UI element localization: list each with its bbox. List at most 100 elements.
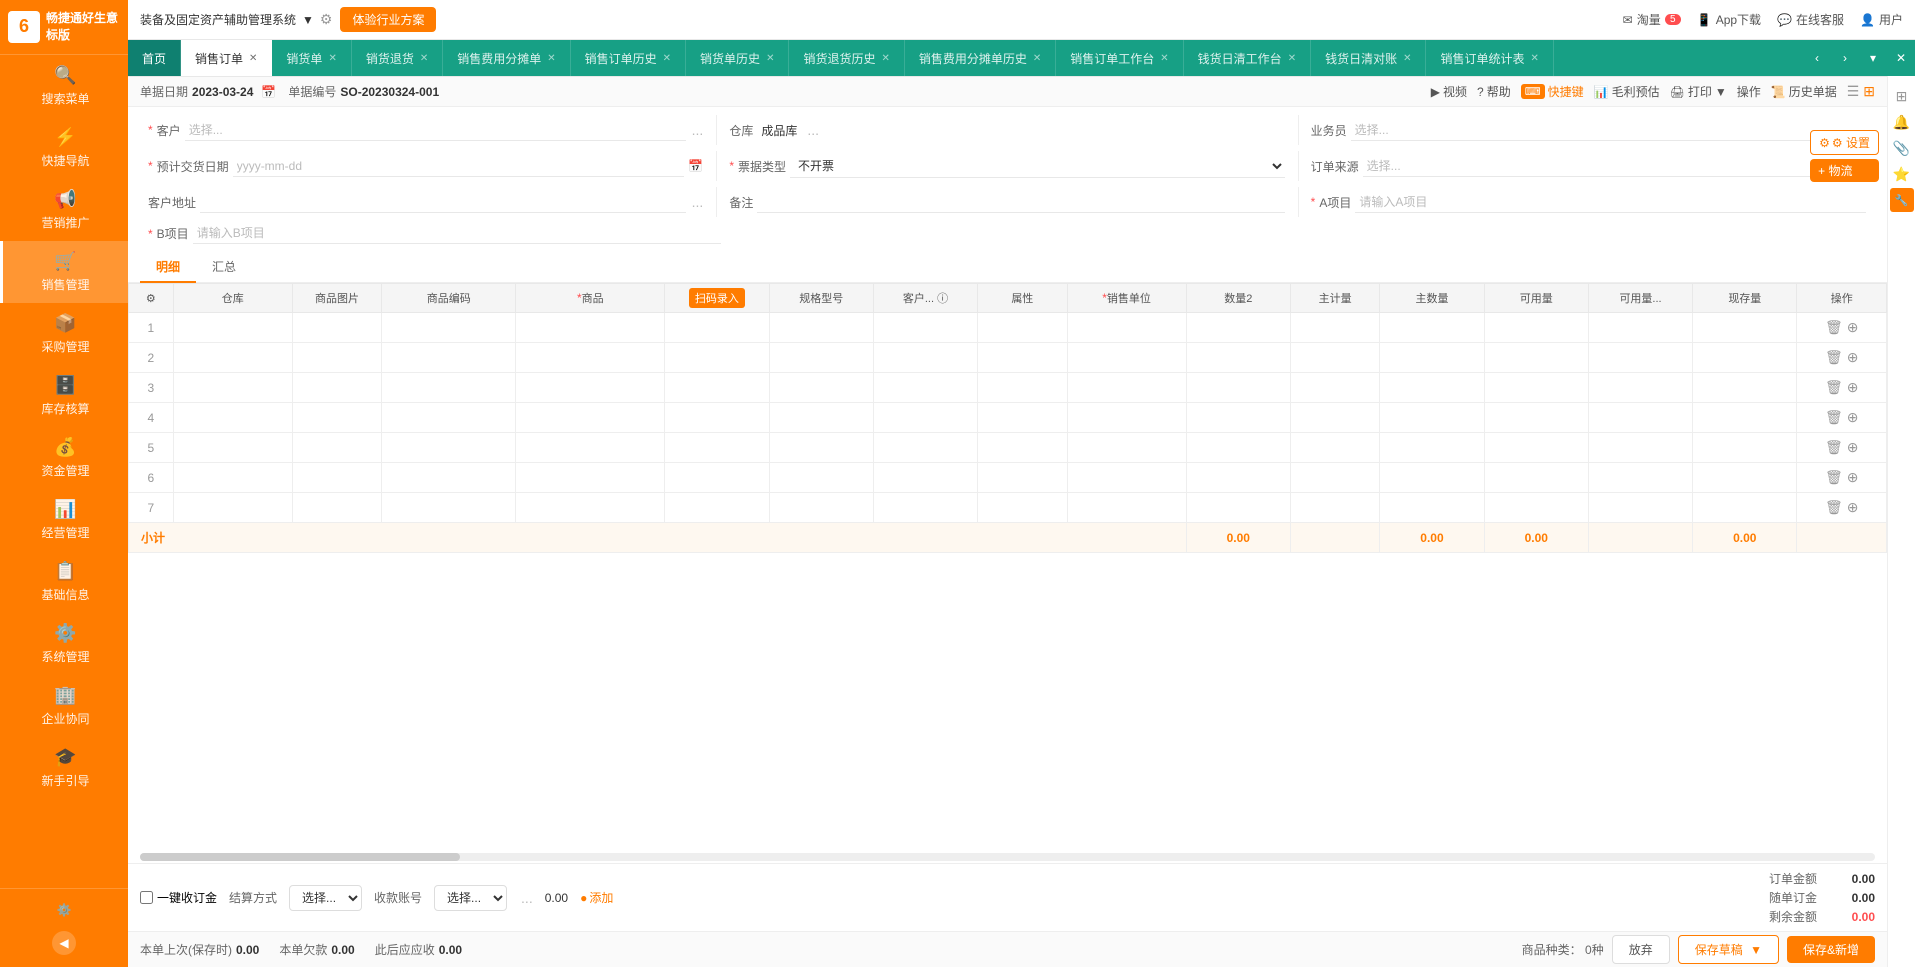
action-preview[interactable]: ▶ 视频: [1431, 83, 1467, 100]
tab-cash-clear[interactable]: 钱货日清工作台 ✕: [1184, 40, 1311, 76]
row-copy-icon[interactable]: ⊕: [1847, 349, 1859, 366]
customer-address-dots[interactable]: ...: [692, 194, 704, 210]
action-operation[interactable]: 操作: [1737, 83, 1761, 100]
customer-dots-btn[interactable]: ...: [692, 122, 704, 138]
invoice-type-select[interactable]: 不开票 增值税普通发票 增值税专用发票: [790, 155, 1285, 178]
topbar-user[interactable]: 👤 用户: [1860, 11, 1903, 28]
delivery-date-calendar[interactable]: 📅: [688, 159, 703, 173]
add-btn[interactable]: ● 添加: [580, 889, 613, 906]
tab-detail[interactable]: 明细: [140, 252, 196, 283]
tab-sales-history-close[interactable]: ✕: [663, 53, 671, 64]
tab-sales-stats-close[interactable]: ✕: [1531, 53, 1539, 64]
tab-workbench[interactable]: 销售订单工作台 ✕: [1056, 40, 1183, 76]
action-shortcut[interactable]: ⌨ 快捷键: [1521, 83, 1584, 100]
note-input[interactable]: [757, 192, 1284, 213]
account-dots[interactable]: ...: [521, 890, 533, 906]
discard-btn[interactable]: 放弃: [1612, 935, 1670, 964]
tab-cash-clear-close[interactable]: ✕: [1288, 53, 1296, 64]
save-draft-dropdown[interactable]: ▼: [1750, 943, 1762, 957]
sidebar-item-enterprise[interactable]: 🏢 企业协同: [0, 675, 128, 737]
payment-method-select[interactable]: 选择...: [289, 885, 362, 911]
sidebar-item-quick-nav[interactable]: ⚡ 快捷导航: [0, 117, 128, 179]
tab-sales-order[interactable]: 销售订单 ✕: [181, 40, 272, 76]
project-a-input[interactable]: [1355, 192, 1866, 213]
project-b-input[interactable]: [193, 223, 721, 244]
row-copy-icon[interactable]: ⊕: [1847, 469, 1859, 486]
row-delete-icon[interactable]: 🗑: [1825, 409, 1843, 426]
th-settings[interactable]: ⚙: [129, 284, 174, 313]
customer-input[interactable]: [185, 120, 686, 141]
order-source-input[interactable]: [1363, 156, 1866, 177]
action-print[interactable]: 🖨 打印 ▼: [1670, 83, 1727, 100]
layout-grid-icon[interactable]: ⊞: [1863, 83, 1875, 100]
tab-cash-reconcile[interactable]: 钱货日清对账 ✕: [1311, 40, 1426, 76]
topbar-message[interactable]: ✉ 淘量 5: [1623, 11, 1681, 28]
sidebar-item-finance[interactable]: 💰 资金管理: [0, 427, 128, 489]
sidebar-item-inventory[interactable]: 🗄️ 库存核算: [0, 365, 128, 427]
tab-workbench-close[interactable]: ✕: [1160, 53, 1168, 64]
tab-expense-history[interactable]: 销售费用分摊单历史 ✕: [905, 40, 1056, 76]
row-copy-icon[interactable]: ⊕: [1847, 499, 1859, 516]
account-select[interactable]: 选择...: [434, 885, 507, 911]
nav-more-btn[interactable]: ▾: [1859, 40, 1887, 76]
tab-sales-expense-close[interactable]: ✕: [547, 53, 555, 64]
tab-sales-expense[interactable]: 销售费用分摊单 ✕: [443, 40, 570, 76]
topbar-settings-icon[interactable]: ⚙: [320, 11, 333, 28]
tab-return-history[interactable]: 销货单历史 ✕: [686, 40, 789, 76]
tab-sales-refund[interactable]: 销货退货 ✕: [352, 40, 443, 76]
tab-expense-history-close[interactable]: ✕: [1033, 53, 1041, 64]
sidebar-item-base-info[interactable]: 📋 基础信息: [0, 551, 128, 613]
sidebar-settings[interactable]: ⚙️: [0, 897, 128, 923]
row-copy-icon[interactable]: ⊕: [1847, 319, 1859, 336]
topbar-app[interactable]: 📱 App下载: [1697, 11, 1761, 28]
right-panel-star-icon[interactable]: ⭐: [1890, 162, 1914, 186]
right-panel-clip-icon[interactable]: 📎: [1890, 136, 1914, 160]
row-delete-icon[interactable]: 🗑: [1825, 349, 1843, 366]
sidebar-item-purchase[interactable]: 📦 采购管理: [0, 303, 128, 365]
tab-sales-stats[interactable]: 销售订单统计表 ✕: [1426, 40, 1553, 76]
tab-sales-refund-close[interactable]: ✕: [420, 53, 428, 64]
tab-cash-reconcile-close[interactable]: ✕: [1403, 53, 1411, 64]
row-copy-icon[interactable]: ⊕: [1847, 409, 1859, 426]
scrollbar-thumb[interactable]: [140, 853, 460, 861]
row-delete-icon[interactable]: 🗑: [1825, 469, 1843, 486]
warehouse-dots-btn[interactable]: ...: [807, 122, 819, 138]
row-delete-icon[interactable]: 🗑: [1825, 439, 1843, 456]
sidebar-collapse-btn[interactable]: ◀: [52, 931, 76, 955]
nav-close-all-btn[interactable]: ✕: [1887, 40, 1915, 76]
row-delete-icon[interactable]: 🗑: [1825, 379, 1843, 396]
right-panel-bell-icon[interactable]: 🔔: [1890, 110, 1914, 134]
tab-sales-return[interactable]: 销货单 ✕: [272, 40, 351, 76]
action-profit[interactable]: 📊 毛利预估: [1594, 83, 1660, 100]
save-draft-btn[interactable]: 保存草稿 ▼: [1678, 935, 1779, 964]
save-new-btn[interactable]: 保存&新增: [1787, 936, 1875, 963]
sidebar-item-sales[interactable]: 🛒 销售管理: [0, 241, 128, 303]
horizontal-scrollbar[interactable]: [128, 851, 1887, 863]
topbar-support[interactable]: 💬 在线客服: [1777, 11, 1844, 28]
layout-list-icon[interactable]: ☰: [1847, 83, 1860, 100]
add-goods-btn[interactable]: + 物流: [1810, 159, 1879, 182]
sidebar-item-guide[interactable]: 🎓 新手引导: [0, 737, 128, 799]
sidebar-item-system[interactable]: ⚙️ 系统管理: [0, 613, 128, 675]
tab-home[interactable]: 首页: [128, 40, 181, 76]
sidebar-item-search[interactable]: 🔍 搜索菜单: [0, 55, 128, 117]
nav-prev-btn[interactable]: ‹: [1803, 40, 1831, 76]
action-history[interactable]: 📜 历史单据: [1771, 83, 1837, 100]
tab-return-history-close[interactable]: ✕: [766, 53, 774, 64]
right-panel-tool-icon[interactable]: 🔧: [1890, 188, 1914, 212]
nav-next-btn[interactable]: ›: [1831, 40, 1859, 76]
row-copy-icon[interactable]: ⊕: [1847, 379, 1859, 396]
delivery-date-input[interactable]: [233, 156, 685, 177]
sidebar-item-marketing[interactable]: 📢 营销推广: [0, 179, 128, 241]
row-copy-icon[interactable]: ⊕: [1847, 439, 1859, 456]
industry-btn[interactable]: 体验行业方案: [340, 7, 436, 32]
row-delete-icon[interactable]: 🗑: [1825, 499, 1843, 516]
row-delete-icon[interactable]: 🗑: [1825, 319, 1843, 336]
calendar-icon[interactable]: 📅: [261, 85, 276, 99]
one-click-checkbox[interactable]: [140, 891, 153, 904]
tab-refund-history[interactable]: 销货退货历史 ✕: [789, 40, 904, 76]
scan-btn[interactable]: 扫码录入: [689, 288, 745, 308]
tab-summary[interactable]: 汇总: [196, 252, 252, 283]
tab-sales-order-close[interactable]: ✕: [249, 53, 257, 64]
tab-sales-history[interactable]: 销售订单历史 ✕: [571, 40, 686, 76]
